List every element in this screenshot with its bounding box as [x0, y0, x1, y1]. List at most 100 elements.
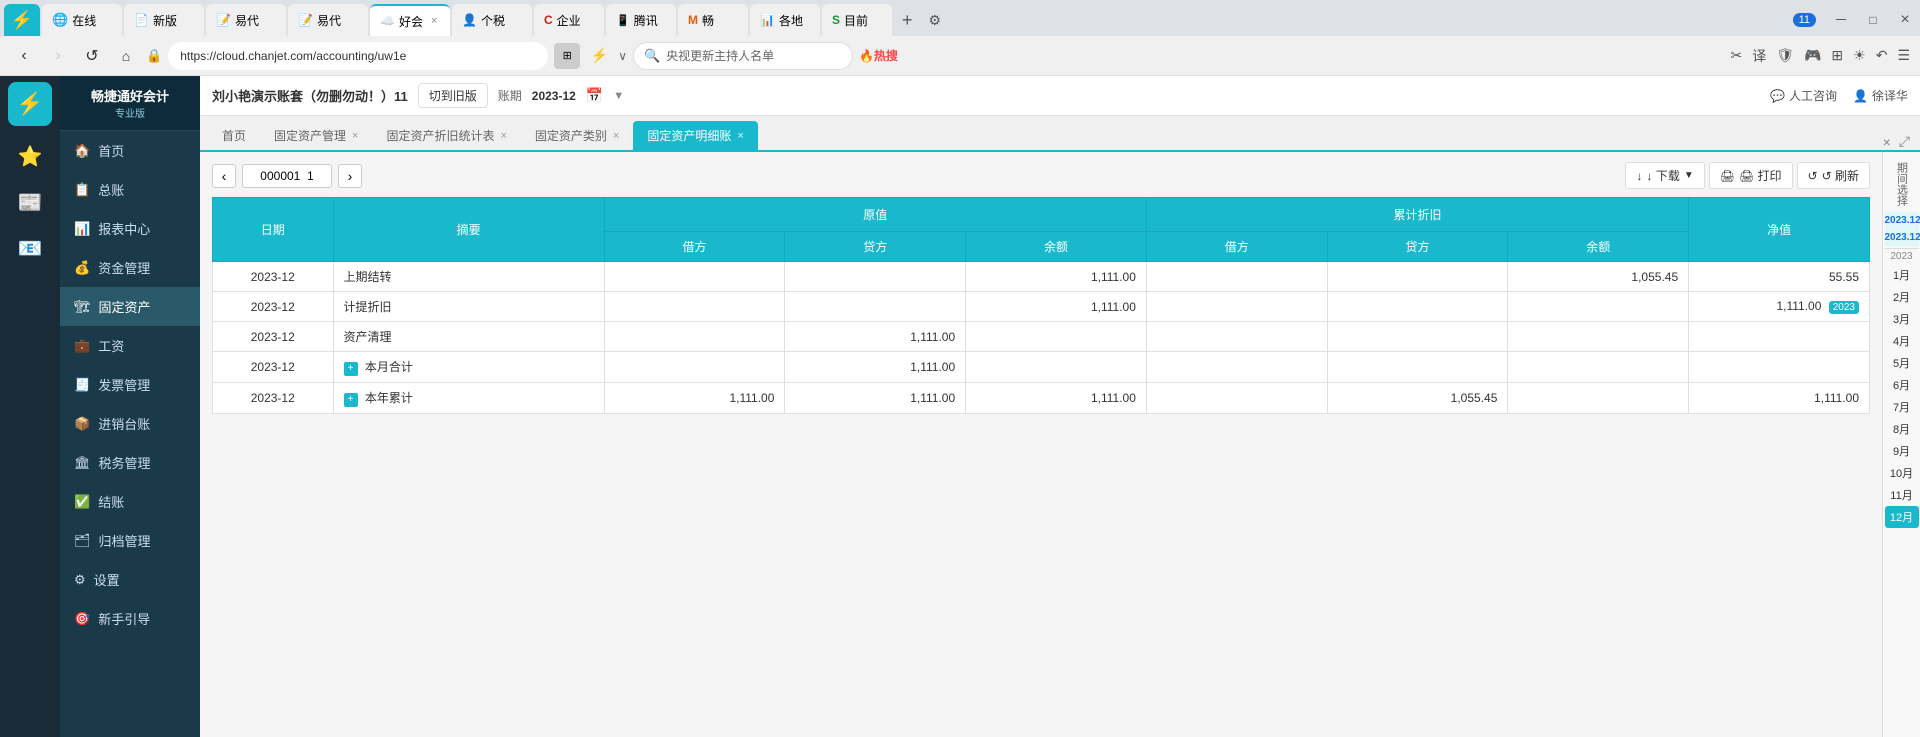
period-year-label: 2023 [1885, 248, 1919, 264]
page-tab-close-固定资产明细账[interactable]: × [737, 130, 743, 142]
switch-version-btn[interactable]: 切到旧版 [418, 83, 488, 108]
period-month-3[interactable]: 3月 [1885, 308, 1919, 330]
sidebar-item-资金管理[interactable]: 💰 资金管理 [60, 248, 200, 287]
hot-search-label[interactable]: 🔥热搜 [859, 47, 898, 64]
period-month-11[interactable]: 11月 [1885, 484, 1919, 506]
dropdown-arrow[interactable]: ▼ [613, 90, 624, 102]
grid-icon[interactable]: ⊞ [1831, 47, 1843, 64]
sidebar-item-税务管理[interactable]: 🏛 税务管理 [60, 443, 200, 482]
sub-col-yuanzhi-credit: 贷方 [785, 232, 966, 262]
game-icon[interactable]: 🎮 [1804, 47, 1821, 64]
app-logo[interactable]: ⚡ [8, 82, 52, 126]
period-month-10[interactable]: 10月 [1885, 462, 1919, 484]
browser-chrome: ⚡ 🌐 在线 📄 新版 📝 易代 📝 易代 ☁️ 好会 × 👤 个税 C [0, 0, 1920, 76]
sidebar-label-税务管理: 税务管理 [99, 453, 151, 472]
tab-settings-icon[interactable]: ⚙ [923, 4, 948, 36]
sidebar-item-归档管理[interactable]: 🗂 归档管理 [60, 521, 200, 560]
period-selected-start[interactable]: 2023.12 [1885, 212, 1919, 229]
page-tab-固定资产类别[interactable]: 固定资产类别 × [521, 121, 633, 150]
period-month-8[interactable]: 8月 [1885, 418, 1919, 440]
app-panel-btn-2[interactable]: 📰 [8, 180, 52, 224]
notification-badge[interactable]: 11 [1785, 4, 1824, 36]
table-row: 2023-12 计提折旧 1,111.00 1,111.00 [213, 292, 1870, 322]
tab-label-好会: 好会 [399, 13, 423, 30]
nav-forward[interactable]: › [44, 42, 72, 70]
customer-service-btn[interactable]: 💬 人工咨询 [1770, 87, 1837, 104]
sidebar-item-首页[interactable]: 🏠 首页 [60, 131, 200, 170]
download-btn[interactable]: ↓ ↓ 下载 ▼ [1625, 162, 1704, 189]
sidebar-item-进销台账[interactable]: 📦 进销台账 [60, 404, 200, 443]
extension-icon-1[interactable]: ⊞ [554, 43, 580, 69]
period-month-7[interactable]: 7月 [1885, 396, 1919, 418]
tab-好会-active[interactable]: ☁️ 好会 × [370, 4, 450, 36]
tab-易代-2[interactable]: 📝 易代 [288, 4, 368, 36]
sidebar-item-发票管理[interactable]: 🧾 发票管理 [60, 365, 200, 404]
period-month-4[interactable]: 4月 [1885, 330, 1919, 352]
refresh-btn[interactable]: ↺ ↺ 刷新 [1797, 162, 1870, 189]
brightness-icon[interactable]: ☀ [1853, 47, 1866, 64]
sidebar-item-结账[interactable]: ✅ 结账 [60, 482, 200, 521]
pager-prev-btn[interactable]: ‹ [212, 164, 236, 188]
user-btn[interactable]: 👤 徐译华 [1853, 87, 1908, 104]
tab-个税[interactable]: 👤 个税 [452, 4, 532, 36]
period-month-12[interactable]: 12月 [1885, 506, 1919, 528]
nav-refresh[interactable]: ↺ [78, 42, 106, 70]
close-panel-icon[interactable]: × [1883, 134, 1891, 150]
period-month-1[interactable]: 1月 [1885, 264, 1919, 286]
app-panel-btn-1[interactable]: ⭐ [8, 134, 52, 178]
row-tag-green-4: + [344, 393, 358, 407]
app-panel-btn-3[interactable]: 📧 [8, 226, 52, 270]
tab-企业[interactable]: C 企业 [534, 4, 604, 36]
tab-close-好会[interactable]: × [431, 15, 437, 27]
tab-在线[interactable]: 🌐 在线 [42, 4, 122, 36]
tab-腾讯[interactable]: 📱 腾讯 [606, 4, 676, 36]
expand-panel-icon[interactable]: ⤢ [1899, 133, 1910, 150]
pager-next-btn[interactable]: › [338, 164, 362, 188]
sidebar-item-设置[interactable]: ⚙ 设置 [60, 560, 200, 599]
window-maximize[interactable]: □ [1858, 4, 1888, 36]
sidebar-item-报表中心[interactable]: 📊 报表中心 [60, 209, 200, 248]
page-tab-close-折旧统计表[interactable]: × [500, 130, 506, 142]
sub-col-yuanzhi-balance: 余额 [966, 232, 1147, 262]
scissors-icon[interactable]: ✂ [1730, 47, 1742, 64]
cell-date-0: 2023-12 [213, 262, 334, 292]
tab-目前[interactable]: S 目前 [822, 4, 892, 36]
cell-leiji-balance-2 [1508, 322, 1689, 352]
cell-leiji-debit-0 [1146, 262, 1327, 292]
window-minimize[interactable]: － [1826, 4, 1856, 36]
sidebar-item-新手引导[interactable]: 🎯 新手引导 [60, 599, 200, 638]
print-btn[interactable]: 🖨 🖨 打印 [1709, 162, 1793, 189]
tab-易代-1[interactable]: 📝 易代 [206, 4, 286, 36]
period-month-6[interactable]: 6月 [1885, 374, 1919, 396]
expand-address-btn[interactable]: ∨ [618, 49, 627, 63]
page-tab-close-固定资产管理[interactable]: × [352, 130, 358, 142]
period-month-5[interactable]: 5月 [1885, 352, 1919, 374]
pager-input[interactable] [242, 164, 332, 188]
tab-各地[interactable]: 📊 各地 [750, 4, 820, 36]
nav-home[interactable]: ⌂ [112, 42, 140, 70]
period-month-2[interactable]: 2月 [1885, 286, 1919, 308]
tab-新版[interactable]: 📄 新版 [124, 4, 204, 36]
page-tab-折旧统计表[interactable]: 固定资产折旧统计表 × [372, 121, 520, 150]
address-input[interactable] [168, 42, 548, 70]
nav-back[interactable]: ‹ [10, 42, 38, 70]
sidebar-item-工资[interactable]: 💼 工资 [60, 326, 200, 365]
page-tab-固定资产管理[interactable]: 固定资产管理 × [260, 121, 372, 150]
menu-icon[interactable]: ☰ [1897, 47, 1910, 64]
window-close[interactable]: × [1890, 4, 1920, 36]
browser-app-icon[interactable]: ⚡ [4, 4, 40, 36]
tab-畅[interactable]: M 畅 [678, 4, 748, 36]
page-tab-首页[interactable]: 首页 [208, 121, 260, 150]
period-selected-end[interactable]: 2023.12 [1885, 229, 1919, 246]
new-tab-button[interactable]: + [894, 4, 921, 36]
translate-icon[interactable]: 译 [1752, 46, 1766, 66]
history-icon[interactable]: ↶ [1876, 47, 1888, 64]
extension-icon-2[interactable]: ⚡ [586, 43, 612, 69]
sidebar-item-总账[interactable]: 📋 总账 [60, 170, 200, 209]
page-tab-固定资产明细账-active[interactable]: 固定资产明细账 × [633, 121, 757, 150]
page-tab-close-固定资产类别[interactable]: × [613, 130, 619, 142]
calendar-icon[interactable]: 📅 [586, 87, 603, 104]
shield-icon[interactable]: 🛡 [1776, 47, 1794, 64]
sidebar-item-固定资产[interactable]: 🏗 固定资产 [60, 287, 200, 326]
period-month-9[interactable]: 9月 [1885, 440, 1919, 462]
